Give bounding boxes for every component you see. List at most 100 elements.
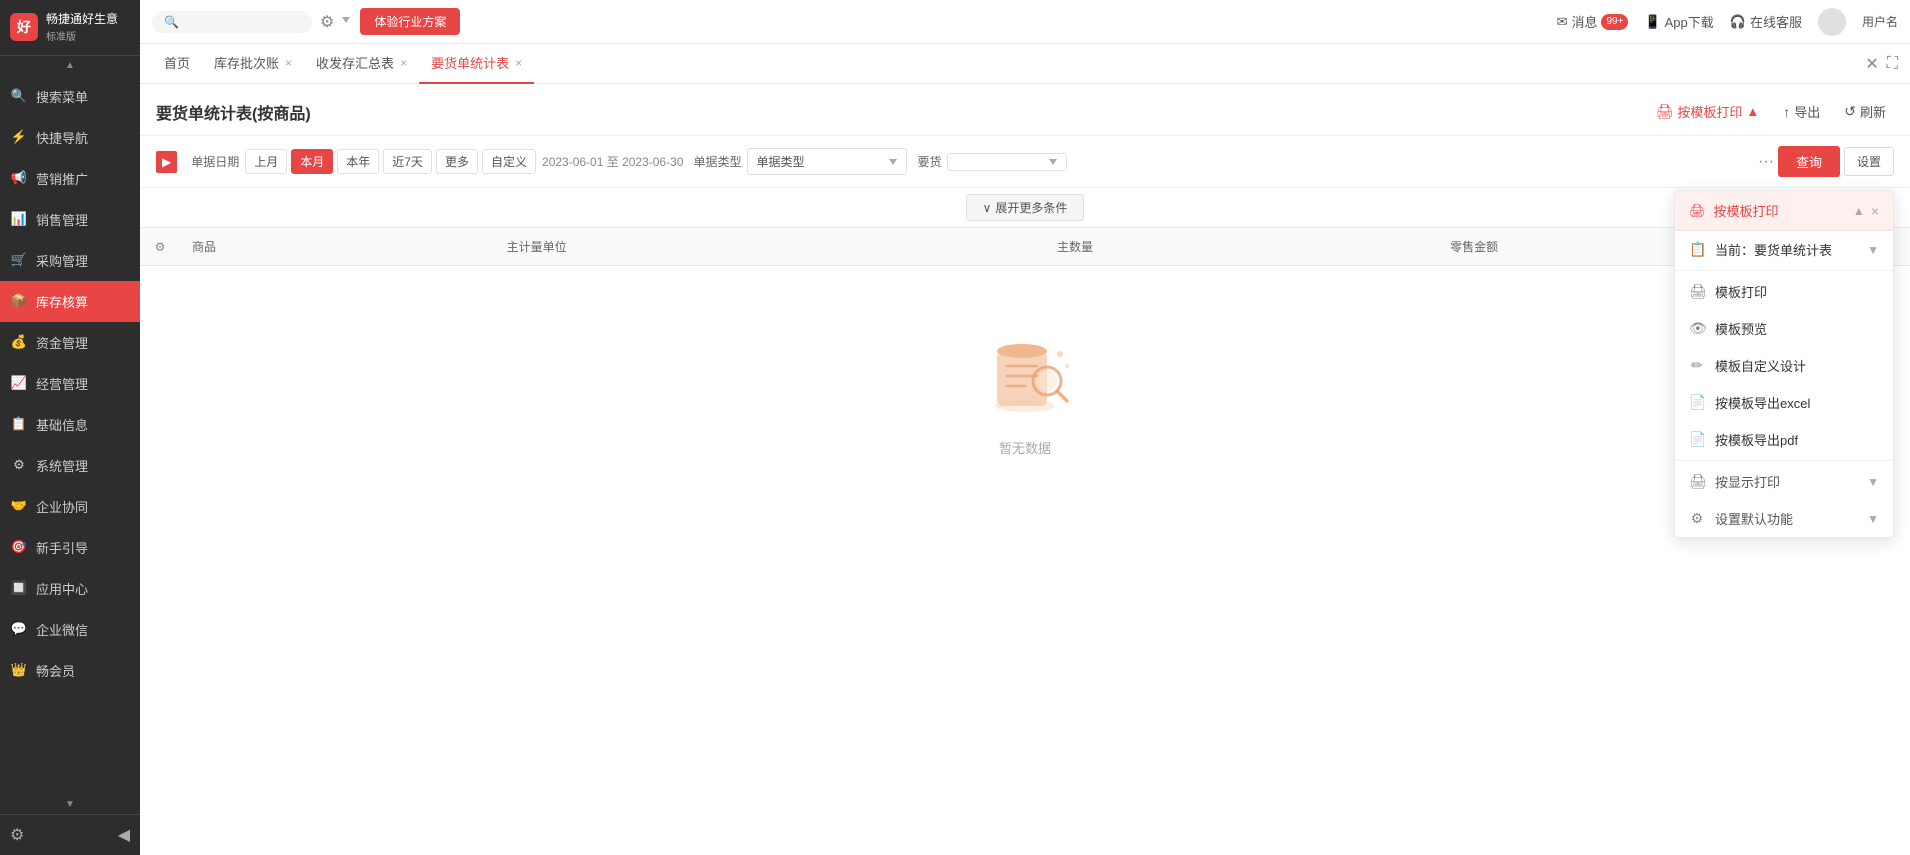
search-menu-icon: 🔍 xyxy=(10,87,28,105)
date-current-month-btn[interactable]: 本月 xyxy=(291,149,333,174)
sidebar-settings-btn[interactable]: ⚙ xyxy=(10,825,24,845)
dropdown-current-label: 当前：要货单统计表 xyxy=(1715,240,1857,259)
sidebar-item-purchase-label: 采购管理 xyxy=(36,251,88,270)
tab-receipts-summary[interactable]: 收发存汇总表 × xyxy=(304,44,419,84)
sidebar-item-search[interactable]: 🔍 搜索菜单 xyxy=(0,76,140,117)
sidebar-item-enterprise-wechat-label: 企业微信 xyxy=(36,620,88,639)
sales-icon: 📊 xyxy=(10,210,28,228)
refresh-btn[interactable]: ↺ 刷新 xyxy=(1836,98,1894,125)
sidebar-item-app-center-label: 应用中心 xyxy=(36,579,88,598)
ops-icon: 📈 xyxy=(10,374,28,392)
table-col-quantity: 主数量 xyxy=(1045,228,1438,266)
dropdown-template-export-excel[interactable]: 📄 按模板导出excel xyxy=(1675,384,1893,421)
empty-svg xyxy=(975,326,1075,426)
sidebar-item-sales[interactable]: 📊 销售管理 xyxy=(0,199,140,240)
expand-more-btn[interactable]: ∨ 展开更多条件 xyxy=(966,194,1085,221)
print-template-btn[interactable]: 🖨 按模板打印 ▲ xyxy=(1648,98,1768,125)
sidebar-item-marketing[interactable]: 📢 营销推广 xyxy=(0,158,140,199)
sidebar-item-basic-info[interactable]: 📋 基础信息 xyxy=(0,404,140,445)
query-btn[interactable]: 查询 xyxy=(1778,146,1840,177)
print-icon: 🖨 xyxy=(1656,103,1674,120)
expand-more-bar: ∨ 展开更多条件 xyxy=(140,188,1910,227)
purchase-icon: 🛒 xyxy=(10,251,28,269)
app-download-btn[interactable]: 📱 App下载 xyxy=(1644,12,1713,31)
order-type-select[interactable]: 单据类型 xyxy=(747,148,907,175)
tab-order-stats[interactable]: 要货单统计表 × xyxy=(419,44,534,84)
topbar-search-box[interactable]: 🔍 xyxy=(152,11,312,33)
goods-select[interactable] xyxy=(947,153,1067,171)
sidebar-item-inventory[interactable]: 📦 库存核算 xyxy=(0,281,140,322)
tab-home-label: 首页 xyxy=(164,53,190,72)
user-avatar[interactable] xyxy=(1818,8,1846,36)
sidebar-scroll-up[interactable]: ▲ xyxy=(0,56,140,76)
sidebar-item-enterprise-wechat[interactable]: 💬 企业微信 xyxy=(0,609,140,650)
tab-inventory-batch-close[interactable]: × xyxy=(285,56,292,70)
table-col-unit: 主计量单位 xyxy=(495,228,1045,266)
dropdown-template-print-label: 模板打印 xyxy=(1715,282,1879,301)
date-more-btn[interactable]: 更多 xyxy=(436,149,478,174)
export-btn[interactable]: ↑ 导出 xyxy=(1775,98,1828,125)
dropdown-header-left: 🖨 按模板打印 xyxy=(1689,201,1779,220)
dropdown-display-print[interactable]: 🖨 按显示打印 ▼ xyxy=(1675,463,1893,500)
dropdown-current-template[interactable]: 📋 当前：要货单统计表 ▼ xyxy=(1675,231,1893,268)
fullscreen-tabs-btn[interactable]: ⛶ xyxy=(1887,55,1898,73)
date-last-month-btn[interactable]: 上月 xyxy=(245,149,287,174)
sidebar-item-app-center[interactable]: 🔲 应用中心 xyxy=(0,568,140,609)
sidebar-collapse-btn[interactable]: ◀ xyxy=(118,825,130,845)
sidebar-scroll-down[interactable]: ▼ xyxy=(0,794,140,814)
dropdown-template-preview[interactable]: 👁 模板预览 xyxy=(1675,310,1893,347)
table-col-setting[interactable]: ⚙ xyxy=(140,228,180,266)
expand-more-icon: ∨ xyxy=(983,201,992,215)
tab-order-stats-close[interactable]: × xyxy=(515,56,522,70)
sidebar-item-finance[interactable]: 💰 资金管理 xyxy=(0,322,140,363)
app-name: 畅捷通好生意 xyxy=(46,12,118,28)
sidebar-item-ops[interactable]: 📈 经营管理 xyxy=(0,363,140,404)
tab-receipts-summary-close[interactable]: × xyxy=(400,56,407,70)
template-preview-icon: 👁 xyxy=(1689,320,1705,337)
date-last-7-btn[interactable]: 近7天 xyxy=(383,149,432,174)
messages-btn[interactable]: ✉ 消息 99+ xyxy=(1557,12,1629,31)
sidebar-item-enterprise-collab[interactable]: 🤝 企业协同 xyxy=(0,486,140,527)
date-current-year-btn[interactable]: 本年 xyxy=(337,149,379,174)
order-type-arrow xyxy=(888,158,898,166)
sidebar-item-vip-member[interactable]: 👑 畅会员 xyxy=(0,650,140,691)
page-title: 要货单统计表(按商品) xyxy=(156,100,311,124)
dropdown-template-print[interactable]: 🖨 模板打印 xyxy=(1675,273,1893,310)
sidebar-item-newbie[interactable]: 🎯 新手引导 xyxy=(0,527,140,568)
tab-inventory-batch[interactable]: 库存批次账 × xyxy=(202,44,304,84)
dropdown-set-default[interactable]: ⚙ 设置默认功能 ▼ xyxy=(1675,500,1893,537)
sidebar-item-sys-mgmt[interactable]: ⚙ 系统管理 xyxy=(0,445,140,486)
goods-filter-item: 要货 xyxy=(917,153,1067,171)
dropdown-display-print-label: 按显示打印 xyxy=(1715,472,1857,491)
filter-settings-btn[interactable]: 设置 xyxy=(1844,147,1894,176)
sidebar-item-purchase[interactable]: 🛒 采购管理 xyxy=(0,240,140,281)
more-options-dots[interactable]: ··· xyxy=(1758,153,1774,171)
dropdown-template-custom[interactable]: ✏ 模板自定义设计 xyxy=(1675,347,1893,384)
date-filter-options: 上月 本月 本年 近7天 更多 自定义 xyxy=(245,149,536,174)
dropdown-template-export-pdf[interactable]: 📄 按模板导出pdf xyxy=(1675,421,1893,458)
dropdown-current-arrow: ▼ xyxy=(1867,243,1879,257)
trial-industry-button[interactable]: 体验行业方案 xyxy=(360,8,460,35)
dropdown-close-btn[interactable]: × xyxy=(1871,203,1879,219)
sidebar-nav: 🔍 搜索菜单 ⚡ 快捷导航 📢 营销推广 📊 销售管理 🛒 采购管理 📦 库存核… xyxy=(0,76,140,794)
filter-action-area: ··· 查询 设置 xyxy=(1758,146,1894,177)
sidebar-item-ops-label: 经营管理 xyxy=(36,374,88,393)
topbar-search-input[interactable] xyxy=(179,15,299,29)
search-icon: 🔍 xyxy=(164,15,179,29)
topbar-gear-icon[interactable]: ⚙ xyxy=(320,12,334,32)
expand-arrow-btn[interactable]: ▶ xyxy=(156,151,177,173)
online-service-btn[interactable]: 🎧 在线客服 xyxy=(1730,12,1802,31)
tab-home[interactable]: 首页 xyxy=(152,44,202,84)
close-tabs-btn[interactable]: ✕ xyxy=(1865,54,1878,74)
scroll-down-arrow: ▼ xyxy=(65,799,75,810)
date-range-text: 2023-06-01 至 2023-06-30 xyxy=(542,153,683,170)
sidebar-item-quick-nav[interactable]: ⚡ 快捷导航 xyxy=(0,117,140,158)
sidebar-item-inventory-label: 库存核算 xyxy=(36,292,88,311)
dropdown-header-right: ▲ × xyxy=(1853,203,1879,219)
online-service-label: 在线客服 xyxy=(1750,12,1802,31)
enterprise-wechat-icon: 💬 xyxy=(10,620,28,638)
page-header: 要货单统计表(按商品) 🖨 按模板打印 ▲ ↑ 导出 ↺ 刷新 xyxy=(140,84,1910,136)
dropdown-export-pdf-label: 按模板导出pdf xyxy=(1715,430,1879,449)
date-custom-btn[interactable]: 自定义 xyxy=(482,149,536,174)
sidebar-bottom: ⚙ ◀ xyxy=(0,814,140,855)
